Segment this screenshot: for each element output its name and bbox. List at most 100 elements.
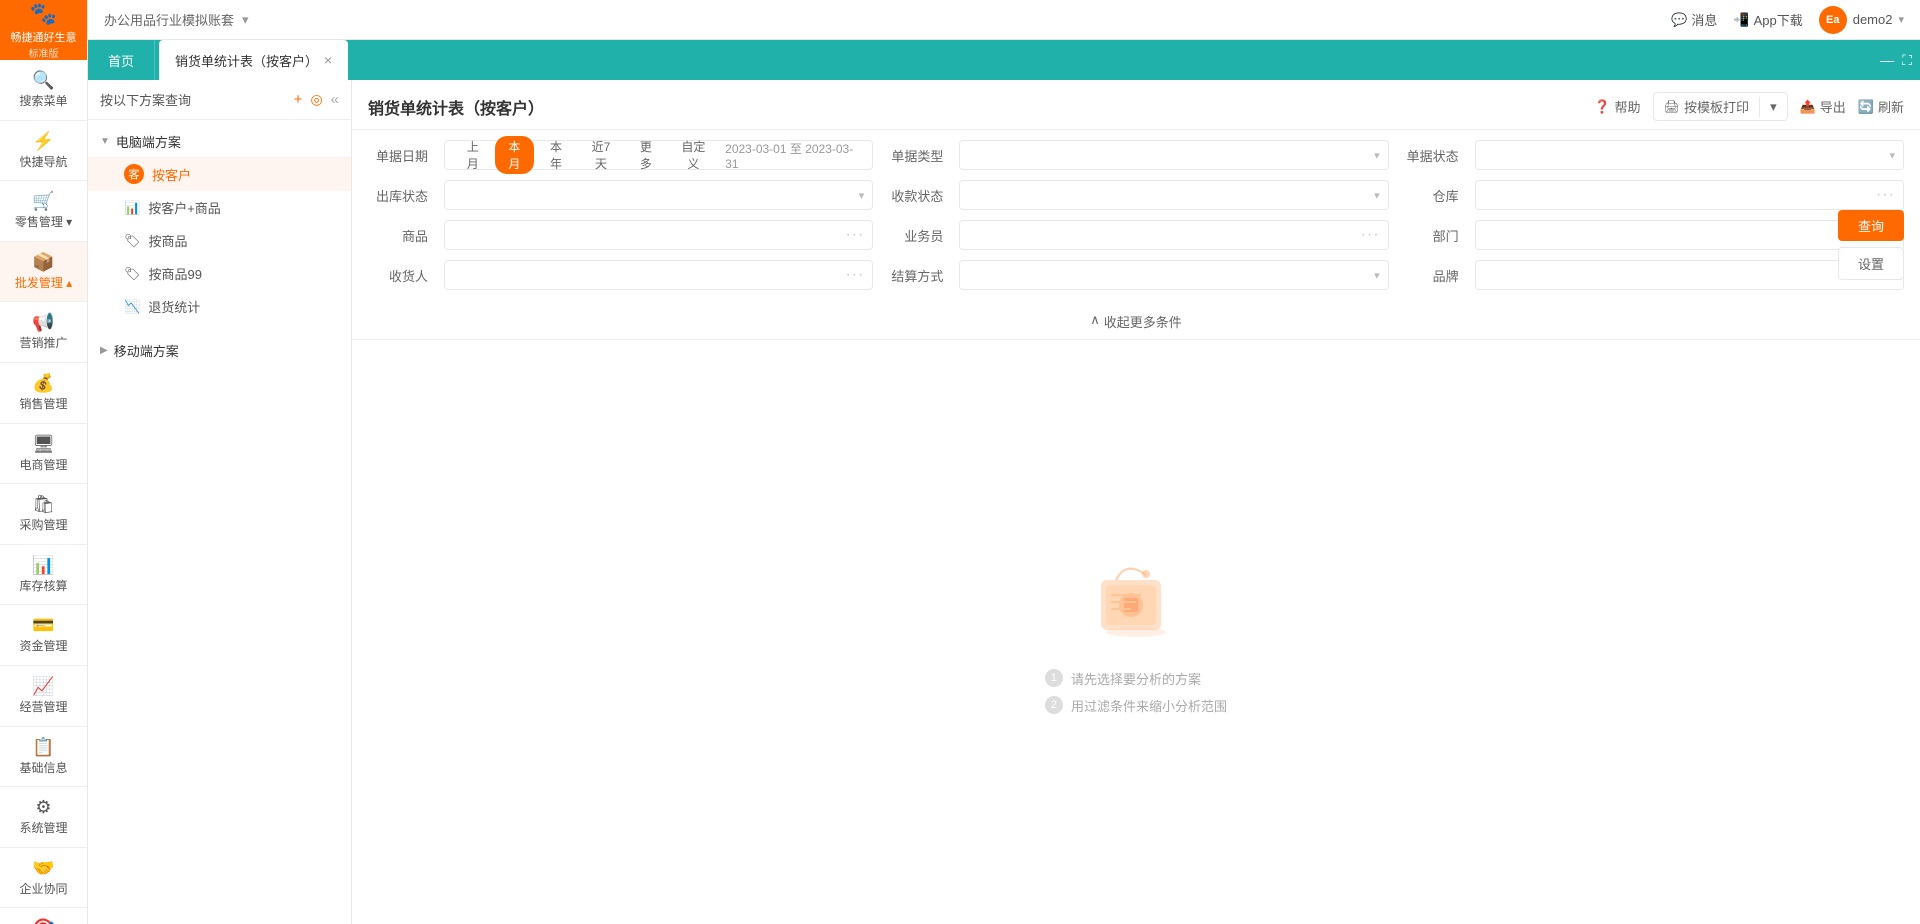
- tree-item-by-customer-goods[interactable]: 📊 按客户+商品: [88, 191, 351, 224]
- out-status-select[interactable]: ▾: [444, 180, 873, 210]
- user-menu[interactable]: Ea demo2 ▾: [1819, 6, 1904, 34]
- collapse-panel-button[interactable]: «: [331, 91, 339, 108]
- tree-item-by-goods99[interactable]: 🏷 按商品99: [88, 257, 351, 290]
- sidebar-item-enterprise-label: 企业协同: [19, 882, 67, 898]
- sidebar-item-inventory[interactable]: 📊 库存核算: [0, 545, 88, 606]
- date-btn-last-month[interactable]: 上月: [453, 136, 493, 174]
- settlement-label: 结算方式: [883, 266, 943, 285]
- sidebar-item-system[interactable]: ⚙ 系统管理: [0, 787, 88, 848]
- sidebar-item-newbie[interactable]: 🎯 新手引导: [0, 908, 88, 924]
- sidebar-item-operation[interactable]: 📈 经营管理: [0, 666, 88, 727]
- tip-num-1: 1: [1045, 669, 1063, 687]
- retail-icon: 🛒: [32, 191, 54, 212]
- warehouse-input[interactable]: ···: [1475, 180, 1904, 210]
- staff-label: 业务员: [883, 226, 943, 245]
- tree-item-by-customer-goods-label: 按客户+商品: [148, 198, 221, 217]
- basicinfo-icon: 📋: [32, 737, 54, 758]
- empty-tips: 1 请先选择要分析的方案 2 用过滤条件来缩小分析范围: [1045, 669, 1227, 715]
- refresh-button[interactable]: 🔄 刷新: [1858, 97, 1904, 116]
- help-label: 帮助: [1615, 97, 1641, 116]
- date-btn-more[interactable]: 更多: [626, 136, 666, 174]
- print-dropdown-button[interactable]: ▾: [1760, 95, 1787, 119]
- settings-button[interactable]: 设置: [1838, 247, 1904, 280]
- wholesale-icon: 📦: [32, 252, 54, 273]
- message-icon: 💬: [1671, 12, 1687, 28]
- sidebar-item-wholesale[interactable]: 📦 批发管理 ▴: [0, 242, 88, 303]
- tree-item-by-customer[interactable]: 客 按客户: [88, 157, 351, 191]
- sidebar-item-ecommerce[interactable]: 🖥 电商管理: [0, 424, 88, 485]
- enterprise-icon: 🤝: [32, 858, 54, 879]
- settings-plan-button[interactable]: ◎: [310, 91, 322, 108]
- date-btn-this-month[interactable]: 本月: [495, 136, 535, 174]
- pay-status-label: 收款状态: [883, 186, 943, 205]
- left-panel: 按以下方案查询 + ◎ « ▼ 电脑端方案 客 按客户 📊 按: [88, 80, 352, 924]
- refresh-label: 刷新: [1878, 97, 1904, 116]
- tree-collapse-icon: ▶: [100, 345, 108, 356]
- sidebar-item-finance[interactable]: 💳 资金管理: [0, 605, 88, 666]
- pay-status-select[interactable]: ▾: [959, 180, 1388, 210]
- active-tab[interactable]: 销货单统计表（按客户） ×: [159, 40, 348, 80]
- date-btn-this-year[interactable]: 本年: [536, 136, 576, 174]
- topbar-right: 💬 消息 📲 App下载 Ea demo2 ▾: [1671, 6, 1904, 34]
- sidebar-item-marketing[interactable]: 📢 营销推广: [0, 302, 88, 363]
- tree-group-mobile: ▶ 移动端方案: [88, 329, 351, 372]
- goods99-icon: 🏷: [124, 266, 141, 282]
- sidebar-item-finance-label: 资金管理: [19, 639, 67, 655]
- staff-input[interactable]: ···: [959, 220, 1388, 250]
- message-button[interactable]: 💬 消息: [1671, 10, 1717, 29]
- maximize-button[interactable]: ⛶: [1902, 52, 1912, 69]
- tree-group-desktop-header[interactable]: ▼ 电脑端方案: [88, 126, 351, 157]
- logo-icon: 🐾: [30, 1, 57, 27]
- sidebar-item-sales[interactable]: 💰 销售管理: [0, 363, 88, 424]
- sidebar-item-basicinfo[interactable]: 📋 基础信息: [0, 727, 88, 788]
- tree-item-return-stats[interactable]: 📉 退货统计: [88, 290, 351, 323]
- receiver-input[interactable]: ···: [444, 260, 873, 290]
- help-icon: ❓: [1594, 99, 1610, 115]
- empty-tip-1-text: 请先选择要分析的方案: [1071, 669, 1201, 688]
- search-icon: 🔍: [32, 70, 54, 91]
- tab-close-button[interactable]: ×: [324, 52, 332, 68]
- search-button[interactable]: 查询: [1838, 210, 1904, 241]
- tree-group-mobile-header[interactable]: ▶ 移动端方案: [88, 335, 351, 366]
- doc-type-select[interactable]: ▾: [959, 140, 1388, 170]
- tabbar: 首页 销货单统计表（按客户） × — ⛶: [88, 40, 1920, 80]
- sidebar-item-enterprise[interactable]: 🤝 企业协同: [0, 848, 88, 909]
- empty-illustration: [1076, 550, 1196, 653]
- sidebar-item-marketing-label: 营销推广: [19, 336, 67, 352]
- tree-item-by-goods[interactable]: 🏷 按商品: [88, 224, 351, 257]
- print-button[interactable]: 🖨 按模板打印: [1654, 93, 1760, 120]
- logo-text: 畅捷通好生意: [11, 29, 77, 45]
- dept-label: 部门: [1399, 226, 1459, 245]
- minimize-button[interactable]: —: [1880, 52, 1894, 68]
- goods-input[interactable]: ···: [444, 220, 873, 250]
- sidebar-item-purchase[interactable]: 🛍 采购管理: [0, 484, 88, 545]
- print-label: 按模板打印: [1684, 97, 1749, 116]
- app-download-button[interactable]: 📲 App下载: [1733, 10, 1802, 29]
- export-button[interactable]: 📤 导出: [1800, 97, 1846, 116]
- date-btn-7days[interactable]: 近7天: [578, 136, 624, 174]
- pay-status-arrow-icon: ▾: [1374, 189, 1380, 202]
- system-icon: ⚙: [35, 797, 51, 818]
- topbar-left: 办公用品行业模拟账套 ▾: [104, 10, 249, 29]
- doc-status-select[interactable]: ▾: [1475, 140, 1904, 170]
- warehouse-label: 仓库: [1399, 186, 1459, 205]
- date-btn-custom[interactable]: 自定义: [668, 136, 719, 174]
- left-panel-icons: + ◎ «: [294, 91, 339, 108]
- settlement-select[interactable]: ▾: [959, 260, 1388, 290]
- empty-svg: [1076, 550, 1196, 650]
- doc-status-arrow-icon: ▾: [1889, 149, 1895, 162]
- home-tab[interactable]: 首页: [88, 40, 155, 80]
- sidebar-item-retail[interactable]: 🛒 零售管理 ▾: [0, 181, 88, 242]
- sidebar-logo: 🐾 畅捷通好生意 标准版: [0, 0, 88, 60]
- avatar: Ea: [1819, 6, 1847, 34]
- sidebar-item-search[interactable]: 🔍 搜索菜单: [0, 60, 88, 121]
- add-plan-button[interactable]: +: [294, 91, 303, 108]
- help-button[interactable]: ❓ 帮助: [1594, 97, 1640, 116]
- sidebar-item-quicknav[interactable]: ⚡ 快捷导航: [0, 121, 88, 182]
- empty-tip-1: 1 请先选择要分析的方案: [1045, 669, 1227, 688]
- customer-goods-icon: 📊: [124, 200, 140, 216]
- sidebar: 🐾 畅捷通好生意 标准版 🔍 搜索菜单 ⚡ 快捷导航 🛒 零售管理 ▾ 📦 批发…: [0, 0, 88, 924]
- collapse-bar[interactable]: ∧ 收起更多条件: [352, 304, 1920, 340]
- dropdown-arrow-icon[interactable]: ▾: [242, 12, 249, 28]
- doc-status-label: 单据状态: [1399, 146, 1459, 165]
